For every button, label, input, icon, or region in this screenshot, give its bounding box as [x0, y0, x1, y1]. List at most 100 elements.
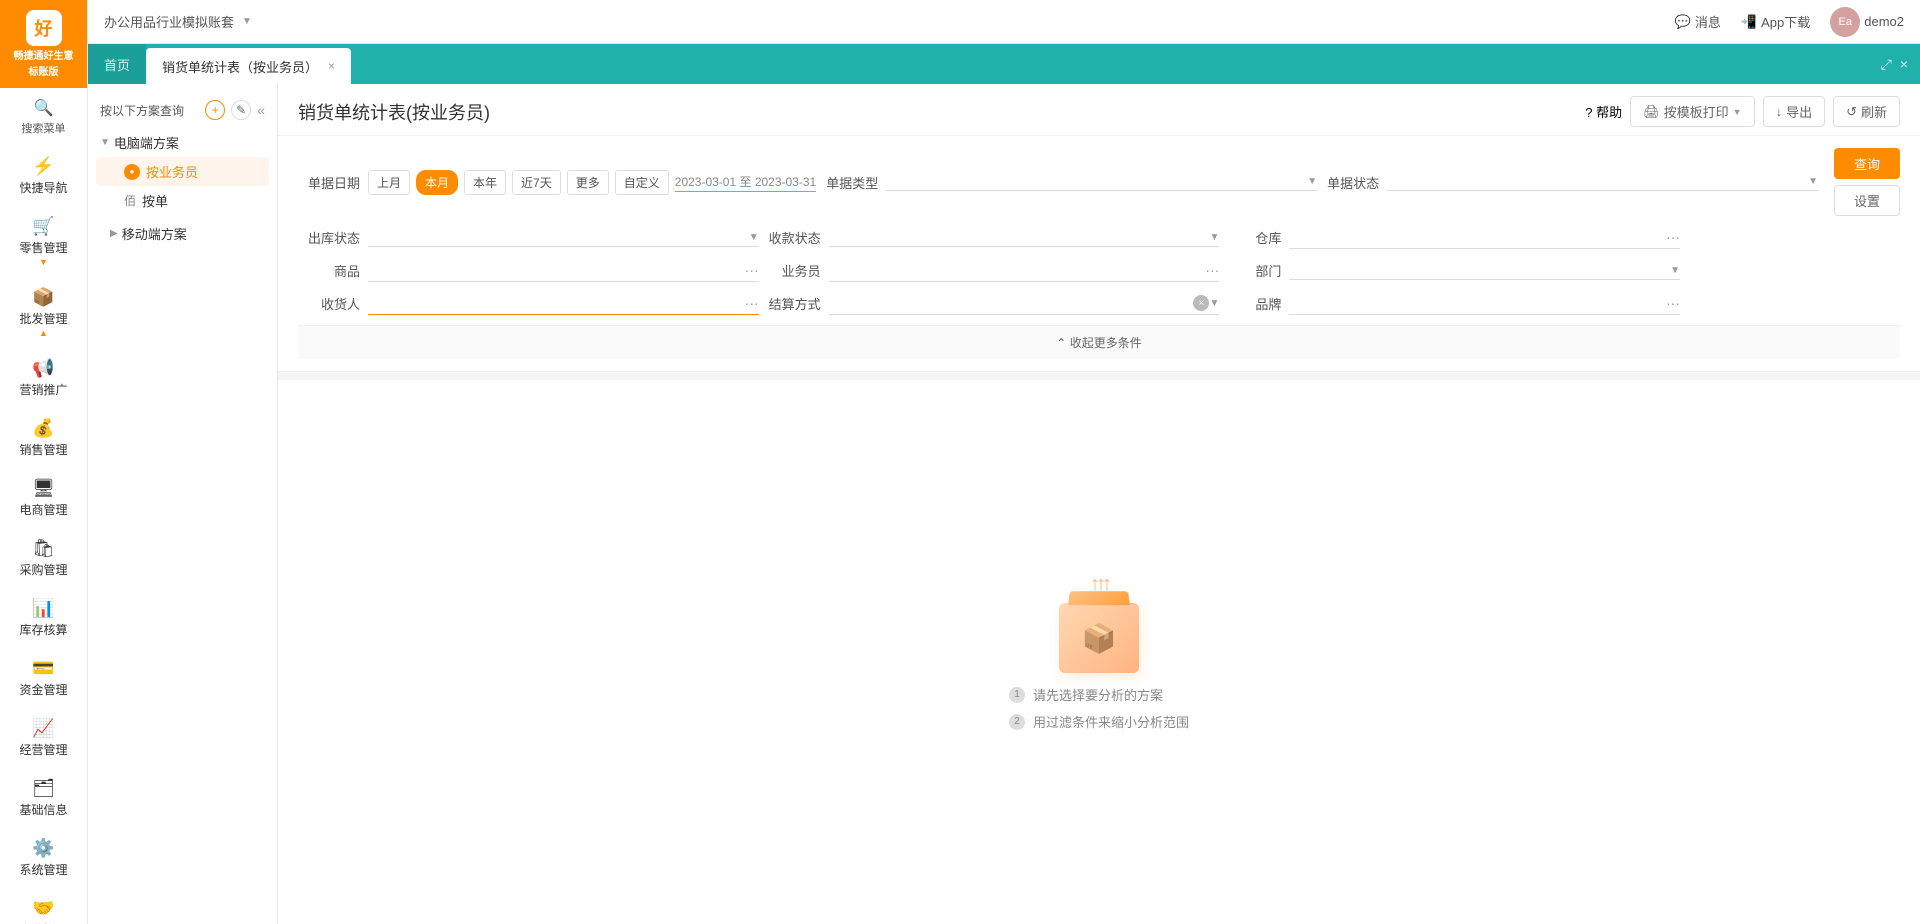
system-label: 系统管理 — [19, 861, 67, 878]
collapse-conditions-btn[interactable]: ⌃ 收起更多条件 — [298, 325, 1900, 359]
dept-label: 部门 — [1219, 261, 1289, 280]
date-label: 单据日期 — [298, 173, 368, 192]
help-btn[interactable]: ? 帮助 — [1585, 102, 1622, 121]
sidebar-search[interactable]: 🔍 搜索菜单 — [22, 88, 66, 146]
wholesale-icon: 📦 — [32, 287, 54, 308]
warehouse-label: 仓库 — [1219, 228, 1289, 247]
page-title-bar: 销货单统计表(按业务员) ? 帮助 🖨 按模板打印 ▼ — [278, 84, 1920, 136]
help-label: 帮助 — [1596, 105, 1622, 120]
dept-select[interactable]: ▼ — [1289, 262, 1680, 280]
app-download-label: App下载 — [1761, 12, 1810, 31]
date-btn-thismonth[interactable]: 本月 — [416, 170, 458, 195]
sidebar-item-basic[interactable]: 🗂 基础信息 — [0, 768, 87, 828]
goods-select[interactable]: ··· — [368, 259, 759, 282]
tab-home[interactable]: 首页 — [88, 44, 146, 84]
tree-parent-mobile[interactable]: ▶ 移动端方案 — [96, 219, 269, 248]
export-btn[interactable]: ↓ 导出 — [1763, 96, 1826, 127]
date-btn-thisyear[interactable]: 本年 — [464, 170, 506, 195]
sidebar-item-system[interactable]: ⚙️ 系统管理 — [0, 828, 87, 888]
recv-status-select[interactable]: ▼ — [829, 229, 1220, 247]
sidebar-item-operations[interactable]: 📈 经营管理 — [0, 708, 87, 768]
doc-type-select[interactable]: ▼ — [886, 173, 1317, 191]
tree-parent-desktop[interactable]: ▼ 电脑端方案 — [96, 128, 269, 157]
warehouse-dots[interactable]: ··· — [1666, 229, 1680, 245]
finance-label: 资金管理 — [19, 681, 67, 698]
settlement-label: 结算方式 — [759, 294, 829, 313]
tab-maximize-btn[interactable]: ⤢ × — [1869, 44, 1920, 84]
user-label: demo2 — [1864, 14, 1904, 29]
settlement-clear-btn[interactable]: × — [1193, 295, 1209, 311]
ecommerce-icon: 🖥 — [32, 478, 55, 499]
filter-area: 单据日期 上月 本月 本年 近7天 更多 自定义 2023-03-01 至 20… — [278, 136, 1920, 372]
help-icon: ? — [1585, 105, 1592, 120]
ptb-right: ? 帮助 🖨 按模板打印 ▼ ↓ 导出 ↺ — [1585, 96, 1900, 127]
consignee-select[interactable]: ··· — [368, 292, 759, 315]
shortcut-label: 快捷导航 — [19, 179, 67, 196]
sidebar-item-shortcut[interactable]: ⚡ 快捷导航 — [0, 146, 87, 206]
page-content: 按以下方案查询 + ✎ « ▼ 电脑端方案 — [88, 84, 1920, 924]
logo-sub: 标账版 — [29, 63, 59, 78]
tab-close-btn[interactable]: × — [328, 59, 335, 73]
user-menu[interactable]: Ea demo2 — [1830, 7, 1904, 37]
sidebar-item-inventory[interactable]: 📊 库存核算 — [0, 588, 87, 648]
consignee-dots[interactable]: ··· — [745, 295, 759, 311]
date-filter: 上月 本月 本年 近7天 更多 自定义 2023-03-01 至 2023-03… — [368, 170, 816, 195]
sidebar-item-purchase[interactable]: 🛍 采购管理 — [0, 528, 87, 588]
query-btn[interactable]: 查询 — [1834, 148, 1900, 179]
doc-status-select[interactable]: ▼ — [1387, 173, 1818, 191]
active-tab-label: 销货单统计表（按业务员） — [162, 57, 318, 76]
ecommerce-label: 电商管理 — [19, 501, 67, 518]
tree-child-order[interactable]: 佰 按单 — [96, 186, 269, 215]
sidebar-item-wholesale[interactable]: 📦 批发管理 ▲ — [0, 277, 87, 348]
retail-label: 零售管理 — [19, 239, 67, 256]
date-btn-more[interactable]: 更多 — [567, 170, 609, 195]
avatar-text: Ea — [1839, 16, 1852, 28]
top-header: 办公用品行业模拟账套 ▼ 💬 消息 📲 App下载 Ea demo2 — [88, 0, 1920, 44]
sidebar-item-marketing[interactable]: 📢 营销推广 — [0, 348, 87, 408]
refresh-btn[interactable]: ↺ 刷新 — [1833, 96, 1900, 127]
brand-label: 品牌 — [1219, 294, 1289, 313]
settlement-select[interactable]: × ▼ — [829, 292, 1220, 315]
doc-type-label: 单据类型 — [816, 173, 886, 192]
sidebar-item-finance[interactable]: 💳 资金管理 — [0, 648, 87, 708]
app-download-btn[interactable]: 📲 App下载 — [1741, 12, 1810, 31]
doc-status-arrow: ▼ — [1808, 176, 1818, 187]
template-print-btn[interactable]: 🖨 按模板打印 ▼ — [1630, 96, 1754, 127]
collapse-icon: « — [257, 102, 265, 118]
system-icon: ⚙️ — [32, 838, 54, 859]
date-btn-lastmonth[interactable]: 上月 — [368, 170, 410, 195]
purchase-icon: 🛍 — [32, 538, 55, 559]
sidebar-item-sales[interactable]: 💰 销售管理 — [0, 408, 87, 468]
date-btn-7days[interactable]: 近7天 — [512, 170, 561, 195]
message-btn[interactable]: 💬 消息 — [1675, 12, 1721, 31]
doc-selector[interactable]: 办公用品行业模拟账套 ▼ — [104, 12, 252, 31]
refresh-label: 刷新 — [1861, 102, 1887, 121]
brand-select[interactable]: ··· — [1289, 292, 1680, 315]
goods-dots[interactable]: ··· — [745, 262, 759, 278]
operations-label: 经营管理 — [19, 741, 67, 758]
maximize-icon: ⤢ — [1881, 56, 1892, 73]
left-panel-header: 按以下方案查询 + ✎ « — [88, 96, 277, 128]
brand-dots[interactable]: ··· — [1666, 295, 1680, 311]
sidebar-item-retail[interactable]: 🛒 零售管理 ▼ — [0, 206, 87, 277]
search-icon: 🔍 — [34, 98, 54, 118]
sidebar-logo[interactable]: 好 畅捷通好生意 标账版 — [0, 0, 87, 88]
tree-parent-label-desktop: 电脑端方案 — [114, 133, 179, 152]
settings-btn[interactable]: 设置 — [1834, 185, 1900, 216]
out-status-select[interactable]: ▼ — [368, 229, 759, 247]
scheme-active-icon: ● — [124, 164, 140, 180]
tab-active[interactable]: 销货单统计表（按业务员） × — [146, 48, 351, 84]
salesman-select[interactable]: ··· — [829, 259, 1220, 282]
edit-scheme-btn[interactable]: ✎ — [231, 100, 251, 120]
salesman-dots[interactable]: ··· — [1205, 262, 1219, 278]
filter-row-4: 收货人 ··· 结算方式 × ▼ — [298, 292, 1900, 315]
warehouse-select[interactable]: ··· — [1289, 226, 1680, 249]
sidebar-item-enterprise[interactable]: 🤝 企业协同 — [0, 888, 87, 924]
date-btn-custom[interactable]: 自定义 — [615, 170, 669, 195]
inventory-icon: 📊 — [32, 598, 54, 619]
filter-row-2: 出库状态 ▼ 收款状态 ▼ 仓库 — [298, 226, 1900, 249]
collapse-panel-btn[interactable]: « — [257, 102, 265, 118]
tree-child-salesman[interactable]: ● 按业务员 — [96, 157, 269, 186]
sidebar-item-ecommerce[interactable]: 🖥 电商管理 — [0, 468, 87, 528]
add-scheme-btn[interactable]: + — [205, 100, 225, 120]
